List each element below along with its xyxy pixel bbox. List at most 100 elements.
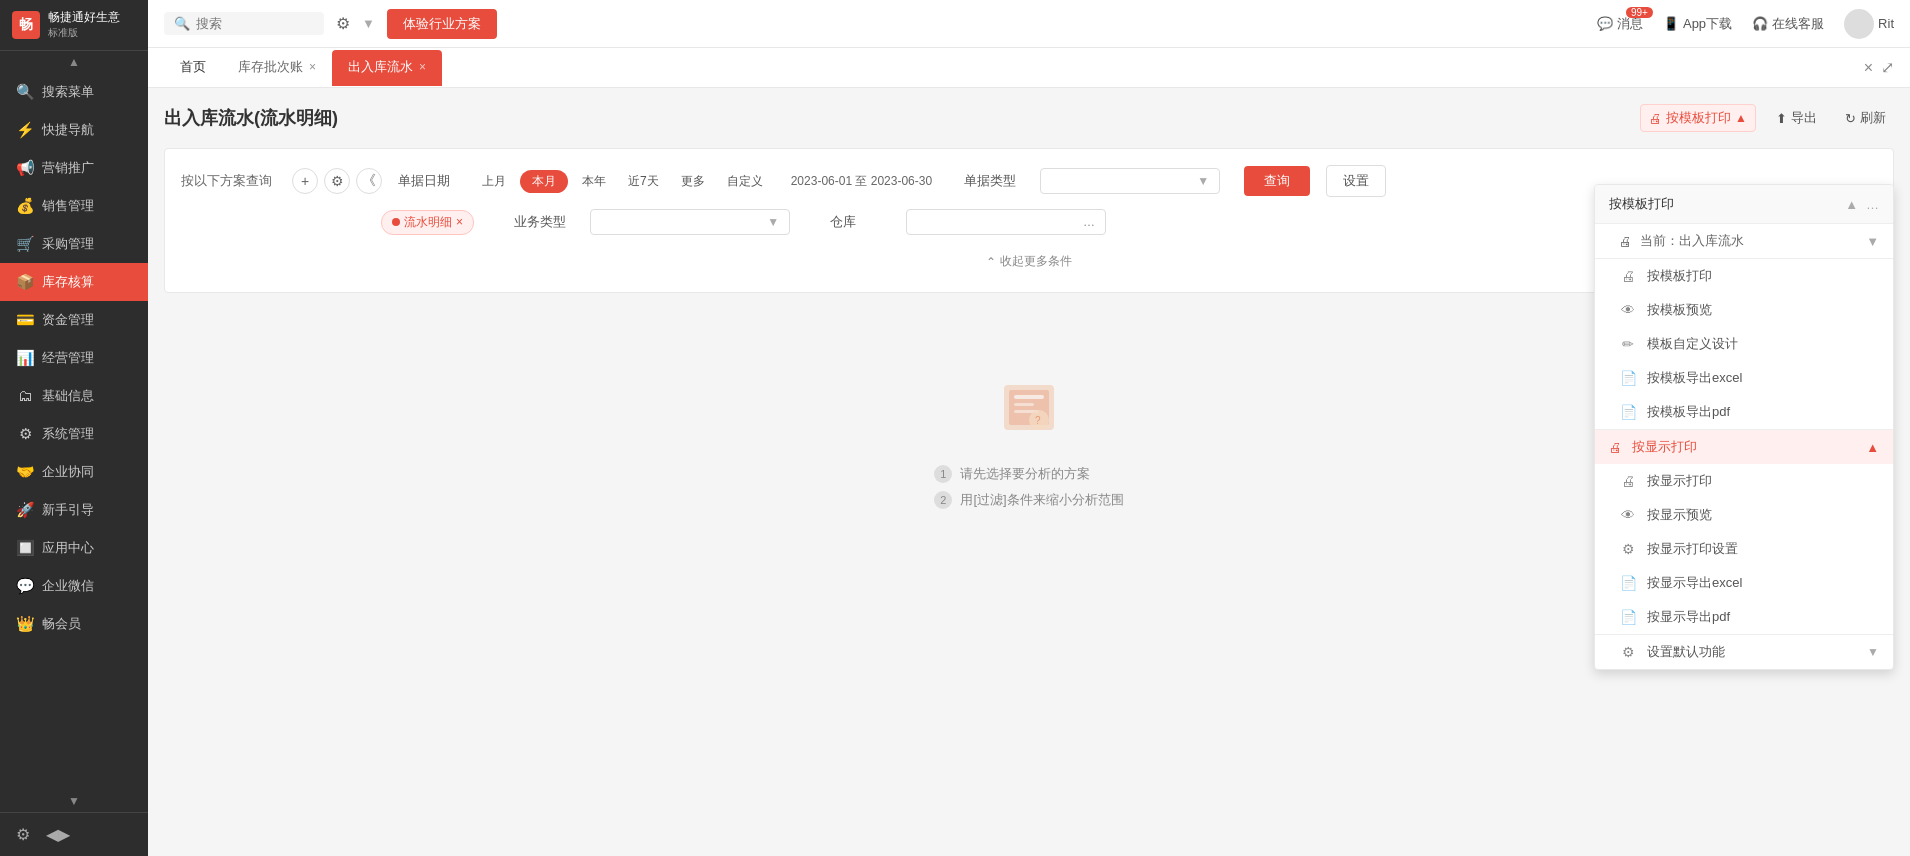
- query-btn[interactable]: 查询: [1244, 166, 1310, 196]
- filter-settings-btn[interactable]: ⚙: [324, 168, 350, 194]
- dropdown-item-template-preview[interactable]: 👁按模板预览: [1595, 293, 1893, 327]
- sidebar-item-search[interactable]: 🔍搜索菜单: [0, 73, 148, 111]
- tab-home[interactable]: 首页: [164, 50, 222, 86]
- date-shortcut-本月[interactable]: 本月: [520, 170, 568, 193]
- warehouse-select[interactable]: …: [906, 209, 1106, 235]
- purchase-nav-icon: 🛒: [16, 235, 34, 253]
- dropdown-item-display-print-settings[interactable]: ⚙按显示打印设置: [1595, 532, 1893, 566]
- template-print-btn[interactable]: 🖨 按模板打印 ▲: [1640, 104, 1756, 132]
- dropdown-current-arrow-icon: ▼: [1866, 234, 1879, 249]
- topbar-chevron-icon[interactable]: ▼: [362, 16, 375, 31]
- date-shortcut-上月[interactable]: 上月: [474, 170, 514, 193]
- filter-add-btn[interactable]: +: [292, 168, 318, 194]
- trial-btn[interactable]: 体验行业方案: [387, 9, 497, 39]
- dropdown-current[interactable]: 🖨 当前：出入库流水 ▼: [1595, 224, 1893, 258]
- tab-close-inventory-batch[interactable]: ×: [309, 60, 316, 74]
- sidebar-item-collab[interactable]: 🤝企业协同: [0, 453, 148, 491]
- sidebar-item-member[interactable]: 👑畅会员: [0, 605, 148, 643]
- filter-action-btns: + ⚙ 《: [292, 168, 382, 194]
- quick-nav-nav-icon: ⚡: [16, 121, 34, 139]
- dropdown-more-icon[interactable]: …: [1866, 197, 1879, 212]
- sidebar-item-marketing[interactable]: 📢营销推广: [0, 149, 148, 187]
- date-shortcut-自定义[interactable]: 自定义: [719, 170, 771, 193]
- finance-nav-icon: 💳: [16, 311, 34, 329]
- dropdown-item-template-custom[interactable]: ✏模板自定义设计: [1595, 327, 1893, 361]
- message-item[interactable]: 💬 消息 99+: [1597, 15, 1643, 33]
- dropdown-item-template-print[interactable]: 🖨按模板打印: [1595, 259, 1893, 293]
- tag-dot: [392, 218, 400, 226]
- dropdown-display-section-header[interactable]: 🖨 按显示打印 ▲: [1595, 430, 1893, 464]
- sidebar-item-system[interactable]: ⚙系统管理: [0, 415, 148, 453]
- sidebar-label-operations: 经营管理: [42, 349, 94, 367]
- sidebar-scroll-down[interactable]: ▼: [0, 790, 148, 812]
- warehouse-more-icon[interactable]: …: [1083, 215, 1095, 229]
- guide-nav-icon: 🚀: [16, 501, 34, 519]
- dropdown-item-template-export-excel[interactable]: 📄按模板导出excel: [1595, 361, 1893, 395]
- flow-detail-tag[interactable]: 流水明细 ×: [381, 210, 474, 235]
- sidebar-label-finance: 资金管理: [42, 311, 94, 329]
- tab-inventory-flow[interactable]: 出入库流水 ×: [332, 50, 442, 86]
- page-title: 出入库流水(流水明细): [164, 106, 338, 130]
- sidebar-item-operations[interactable]: 📊 经营管理: [0, 339, 148, 377]
- business-type-select[interactable]: ▼: [590, 209, 790, 235]
- filter-label-text: 按以下方案查询: [181, 172, 272, 190]
- export-btn[interactable]: ⬆ 导出: [1768, 105, 1825, 131]
- dropdown-current-label: 当前：出入库流水: [1640, 232, 1744, 250]
- filter-collapse-btn[interactable]: 《: [356, 168, 382, 194]
- dropdown-item-display-print[interactable]: 🖨按显示打印: [1595, 464, 1893, 498]
- date-shortcut-本年[interactable]: 本年: [574, 170, 614, 193]
- operations-nav-icon: 📊: [16, 349, 34, 367]
- app-download-item[interactable]: 📱 App下载: [1663, 15, 1732, 33]
- tab-label-inventory-flow: 出入库流水: [348, 58, 413, 76]
- dropdown-current-icon: 🖨: [1619, 234, 1632, 249]
- dropdown-item-display-preview[interactable]: 👁按显示预览: [1595, 498, 1893, 532]
- refresh-btn[interactable]: ↻ 刷新: [1837, 105, 1894, 131]
- dropdown-item-template-export-pdf[interactable]: 📄按模板导出pdf: [1595, 395, 1893, 429]
- dropdown-item-display-export-pdf[interactable]: 📄按显示导出pdf: [1595, 600, 1893, 634]
- dropdown-header-controls: ▲ …: [1845, 197, 1879, 212]
- app-download-icon: 📱: [1663, 16, 1679, 31]
- template-preview-icon: 👁: [1619, 302, 1637, 318]
- topbar: 🔍 ⚙ ▼ 体验行业方案 💬 消息 99+ 📱 App下载 🎧 在线客服 Rit: [148, 0, 1910, 48]
- tag-close-icon[interactable]: ×: [456, 215, 463, 229]
- toggle-sidebar-icon[interactable]: ◀▶: [46, 825, 70, 844]
- template-print-label: 按模板打印: [1647, 267, 1712, 285]
- tab-close-inventory-flow[interactable]: ×: [419, 60, 426, 74]
- search-input[interactable]: [196, 16, 296, 31]
- sidebar-label-quick-nav: 快捷导航: [42, 121, 94, 139]
- sidebar-item-quick-nav[interactable]: ⚡ 快捷导航: [0, 111, 148, 149]
- sidebar-item-sales[interactable]: 💰销售管理: [0, 187, 148, 225]
- settings-btn[interactable]: 设置: [1326, 165, 1386, 197]
- sidebar-label-system: 系统管理: [42, 425, 94, 443]
- topbar-settings-icon[interactable]: ⚙: [336, 14, 350, 33]
- sidebar-item-basic[interactable]: 🗂基础信息: [0, 377, 148, 415]
- voucher-type-select[interactable]: ▼: [1040, 168, 1220, 194]
- window-maximize-btn[interactable]: ⤢: [1881, 58, 1894, 77]
- date-shortcut-近7天[interactable]: 近7天: [620, 170, 667, 193]
- user-avatar-item[interactable]: Rit: [1844, 9, 1894, 39]
- dropdown-item-display-export-excel[interactable]: 📄按显示导出excel: [1595, 566, 1893, 600]
- settings-footer-icon[interactable]: ⚙: [16, 825, 30, 844]
- support-item[interactable]: 🎧 在线客服: [1752, 15, 1824, 33]
- date-shortcut-更多[interactable]: 更多: [673, 170, 713, 193]
- svg-rect-2: [1014, 395, 1044, 399]
- sidebar-item-guide[interactable]: 🚀新手引导: [0, 491, 148, 529]
- display-print-label: 按显示打印: [1647, 472, 1712, 490]
- window-close-btn[interactable]: ×: [1864, 59, 1873, 77]
- member-nav-icon: 👑: [16, 615, 34, 633]
- sidebar-item-finance[interactable]: 💳 资金管理: [0, 301, 148, 339]
- tab-inventory-batch[interactable]: 库存批次账×: [222, 50, 332, 86]
- sidebar: 畅 畅捷通好生意 标准版 ▲ 🔍搜索菜单⚡快捷导航📢营销推广💰销售管理🛒采购管理…: [0, 0, 148, 856]
- empty-state-icon: ?: [989, 365, 1069, 445]
- sidebar-item-purchase[interactable]: 🛒采购管理: [0, 225, 148, 263]
- sidebar-item-wechat[interactable]: 💬企业微信: [0, 567, 148, 605]
- display-section-icon: 🖨: [1609, 440, 1622, 455]
- dropdown-set-default-item[interactable]: ⚙ 设置默认功能 ▼: [1595, 635, 1893, 669]
- sidebar-scroll-up[interactable]: ▲: [0, 51, 148, 73]
- sidebar-item-apps[interactable]: 🔲应用中心: [0, 529, 148, 567]
- tab-window-controls: × ⤢: [1864, 58, 1894, 77]
- topbar-search-box[interactable]: 🔍: [164, 12, 324, 35]
- voucher-type-arrow-icon: ▼: [1197, 174, 1209, 188]
- dropdown-chevron-icon[interactable]: ▲: [1845, 197, 1858, 212]
- sidebar-item-inventory[interactable]: 📦库存核算: [0, 263, 148, 301]
